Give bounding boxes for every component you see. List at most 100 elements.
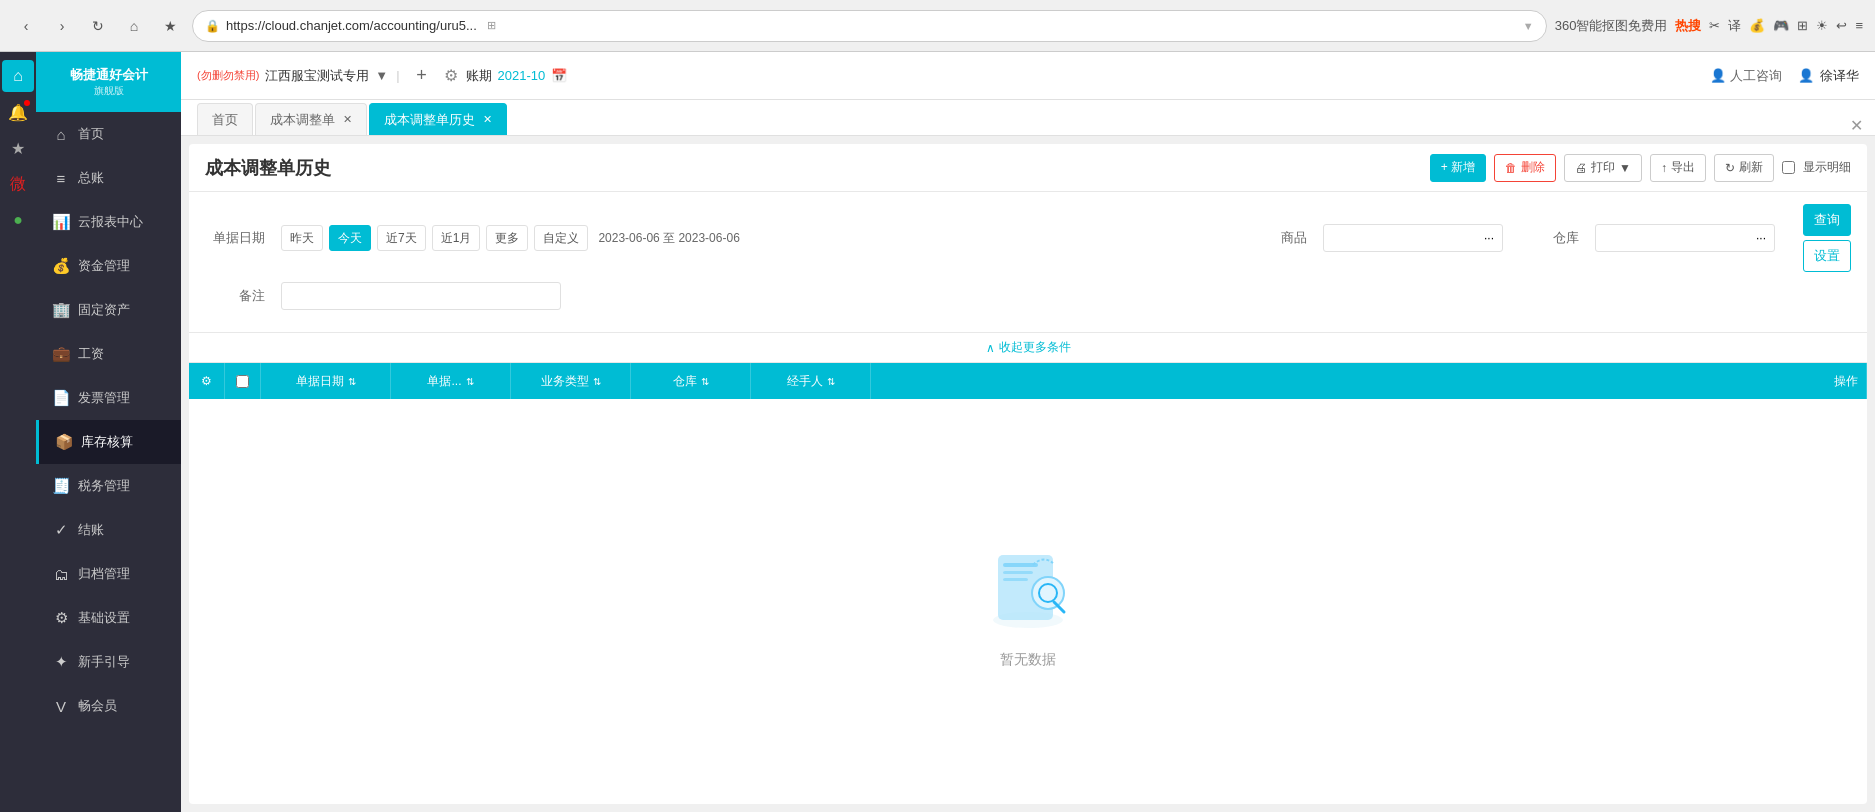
menu-icon[interactable]: ≡ — [1855, 18, 1863, 33]
select-all-checkbox[interactable] — [236, 375, 249, 388]
icon-bar-star[interactable]: ★ — [2, 132, 34, 164]
home-button[interactable]: ⌂ — [120, 12, 148, 40]
user-info[interactable]: 👤 徐译华 — [1798, 67, 1859, 85]
th-type[interactable]: 业务类型 ⇅ — [511, 363, 631, 399]
user-name: 徐译华 — [1820, 67, 1859, 85]
th-date[interactable]: 单据日期 ⇅ — [261, 363, 391, 399]
th-handler[interactable]: 经手人 ⇅ — [751, 363, 871, 399]
sidebar-item-home[interactable]: ⌂ 首页 — [36, 112, 181, 156]
ledger-icon: ≡ — [52, 170, 70, 187]
tab-cost-adjust-close[interactable]: ✕ — [343, 113, 352, 126]
history-icon[interactable]: ↩ — [1836, 18, 1847, 33]
collapse-button[interactable]: ∧ 收起更多条件 — [986, 339, 1071, 356]
url-bar[interactable]: 🔒 https://cloud.chanjet.com/accounting/u… — [192, 10, 1547, 42]
page-title: 成本调整单历史 — [205, 156, 331, 180]
date-more[interactable]: 更多 — [486, 225, 528, 251]
scissors-icon[interactable]: ✂ — [1709, 18, 1720, 33]
icon-bar-weibo[interactable]: 微 — [2, 168, 34, 200]
assets-icon: 🏢 — [52, 301, 70, 319]
coin-icon[interactable]: 💰 — [1749, 18, 1765, 33]
reload-button[interactable]: ↻ — [84, 12, 112, 40]
empty-text: 暂无数据 — [1000, 651, 1056, 669]
add-workspace-btn[interactable]: + — [408, 62, 436, 90]
sidebar-item-funds[interactable]: 💰 资金管理 — [36, 244, 181, 288]
sidebar-logo: 畅捷通好会计 旗舰版 — [36, 52, 181, 112]
sidebar-item-inventory[interactable]: 📦 库存核算 — [36, 420, 181, 464]
delete-label: 删除 — [1521, 159, 1545, 176]
sidebar-item-ledger[interactable]: ≡ 总账 — [36, 156, 181, 200]
column-settings-icon: ⚙ — [201, 374, 212, 388]
warehouse-dots[interactable]: ··· — [1756, 231, 1766, 245]
url-text: https://cloud.chanjet.com/accounting/uru… — [226, 18, 477, 33]
date-custom[interactable]: 自定义 — [534, 225, 588, 251]
th-warehouse[interactable]: 仓库 ⇅ — [631, 363, 751, 399]
grid-icon[interactable]: ⊞ — [1797, 18, 1808, 33]
sidebar-item-assets[interactable]: 🏢 固定资产 — [36, 288, 181, 332]
translate-icon[interactable]: 译 — [1728, 17, 1741, 35]
collapse-label: 收起更多条件 — [999, 339, 1071, 356]
add-button[interactable]: + 新增 — [1430, 154, 1486, 182]
th-checkbox[interactable] — [225, 363, 261, 399]
delete-button[interactable]: 🗑 删除 — [1494, 154, 1556, 182]
show-cols-checkbox[interactable]: 显示明细 — [1782, 159, 1851, 176]
account-period-label: 账期 — [466, 67, 492, 85]
notes-input[interactable] — [281, 282, 561, 310]
service-btn[interactable]: 👤 人工咨询 — [1710, 67, 1782, 85]
th-num-label: 单据... — [427, 373, 461, 390]
game-icon[interactable]: 🎮 — [1773, 18, 1789, 33]
product-dots[interactable]: ··· — [1484, 231, 1494, 245]
sidebar-item-guide[interactable]: ✦ 新手引导 — [36, 640, 181, 684]
tab-close-all[interactable]: ✕ — [1850, 116, 1875, 135]
bookmark-button[interactable]: ★ — [156, 12, 184, 40]
th-settings[interactable]: ⚙ — [189, 363, 225, 399]
icon-bar-green[interactable]: ● — [2, 204, 34, 236]
sidebar-item-salary[interactable]: 💼 工资 — [36, 332, 181, 376]
salary-icon: 💼 — [52, 345, 70, 363]
tab-cost-adjust[interactable]: 成本调整单 ✕ — [255, 103, 367, 135]
sidebar-item-settings[interactable]: ⚙ 基础设置 — [36, 596, 181, 640]
sidebar-item-label: 资金管理 — [78, 257, 130, 275]
sidebar-item-reports[interactable]: 📊 云报表中心 — [36, 200, 181, 244]
date-today[interactable]: 今天 — [329, 225, 371, 251]
show-cols-input[interactable] — [1782, 161, 1795, 174]
export-button[interactable]: ↑ 导出 — [1650, 154, 1706, 182]
tab-home[interactable]: 首页 — [197, 103, 253, 135]
url-dropdown-icon: ▼ — [1523, 20, 1534, 32]
refresh-button[interactable]: ↻ 刷新 — [1714, 154, 1774, 182]
th-num-sort-icon: ⇅ — [466, 376, 474, 387]
sidebar-item-vip[interactable]: V 畅会员 — [36, 684, 181, 728]
tab-cost-history-close[interactable]: ✕ — [483, 113, 492, 126]
sidebar-item-label: 固定资产 — [78, 301, 130, 319]
sidebar-item-close[interactable]: ✓ 结账 — [36, 508, 181, 552]
icon-bar-notification[interactable]: 🔔 — [2, 96, 34, 128]
sidebar-item-label: 归档管理 — [78, 565, 130, 583]
forward-button[interactable]: › — [48, 12, 76, 40]
sidebar-item-archive[interactable]: 🗂 归档管理 — [36, 552, 181, 596]
date-1month[interactable]: 近1月 — [432, 225, 481, 251]
filter-row-notes: 备注 — [205, 282, 1851, 310]
funds-icon: 💰 — [52, 257, 70, 275]
search-label: 360智能抠图免费用 — [1555, 17, 1668, 35]
th-warehouse-label: 仓库 — [673, 373, 697, 390]
invoice-icon: 📄 — [52, 389, 70, 407]
back-button[interactable]: ‹ — [12, 12, 40, 40]
date-7days[interactable]: 近7天 — [377, 225, 426, 251]
settings-gear-icon[interactable]: ⚙ — [444, 66, 458, 85]
brightness-icon[interactable]: ☀ — [1816, 18, 1828, 33]
th-num[interactable]: 单据... ⇅ — [391, 363, 511, 399]
query-button[interactable]: 查询 — [1803, 204, 1851, 236]
sidebar-item-tax[interactable]: 🧾 税务管理 — [36, 464, 181, 508]
workspace-selector[interactable]: (勿删勿禁用) 江西服宝测试专用 ▼ — [197, 67, 388, 85]
calendar-icon[interactable]: 📅 — [551, 68, 567, 83]
date-yesterday[interactable]: 昨天 — [281, 225, 323, 251]
product-select[interactable]: ··· — [1323, 224, 1503, 252]
icon-bar-home[interactable]: ⌂ — [2, 60, 34, 92]
print-button[interactable]: 🖨 打印 ▼ — [1564, 154, 1642, 182]
separator: | — [396, 68, 399, 83]
filter-settings-button[interactable]: 设置 — [1803, 240, 1851, 272]
browser-chrome: ‹ › ↻ ⌂ ★ 🔒 https://cloud.chanjet.com/ac… — [0, 0, 1875, 52]
lock-icon: 🔒 — [205, 19, 220, 33]
tab-cost-history[interactable]: 成本调整单历史 ✕ — [369, 103, 507, 135]
warehouse-select[interactable]: ··· — [1595, 224, 1775, 252]
sidebar-item-invoice[interactable]: 📄 发票管理 — [36, 376, 181, 420]
